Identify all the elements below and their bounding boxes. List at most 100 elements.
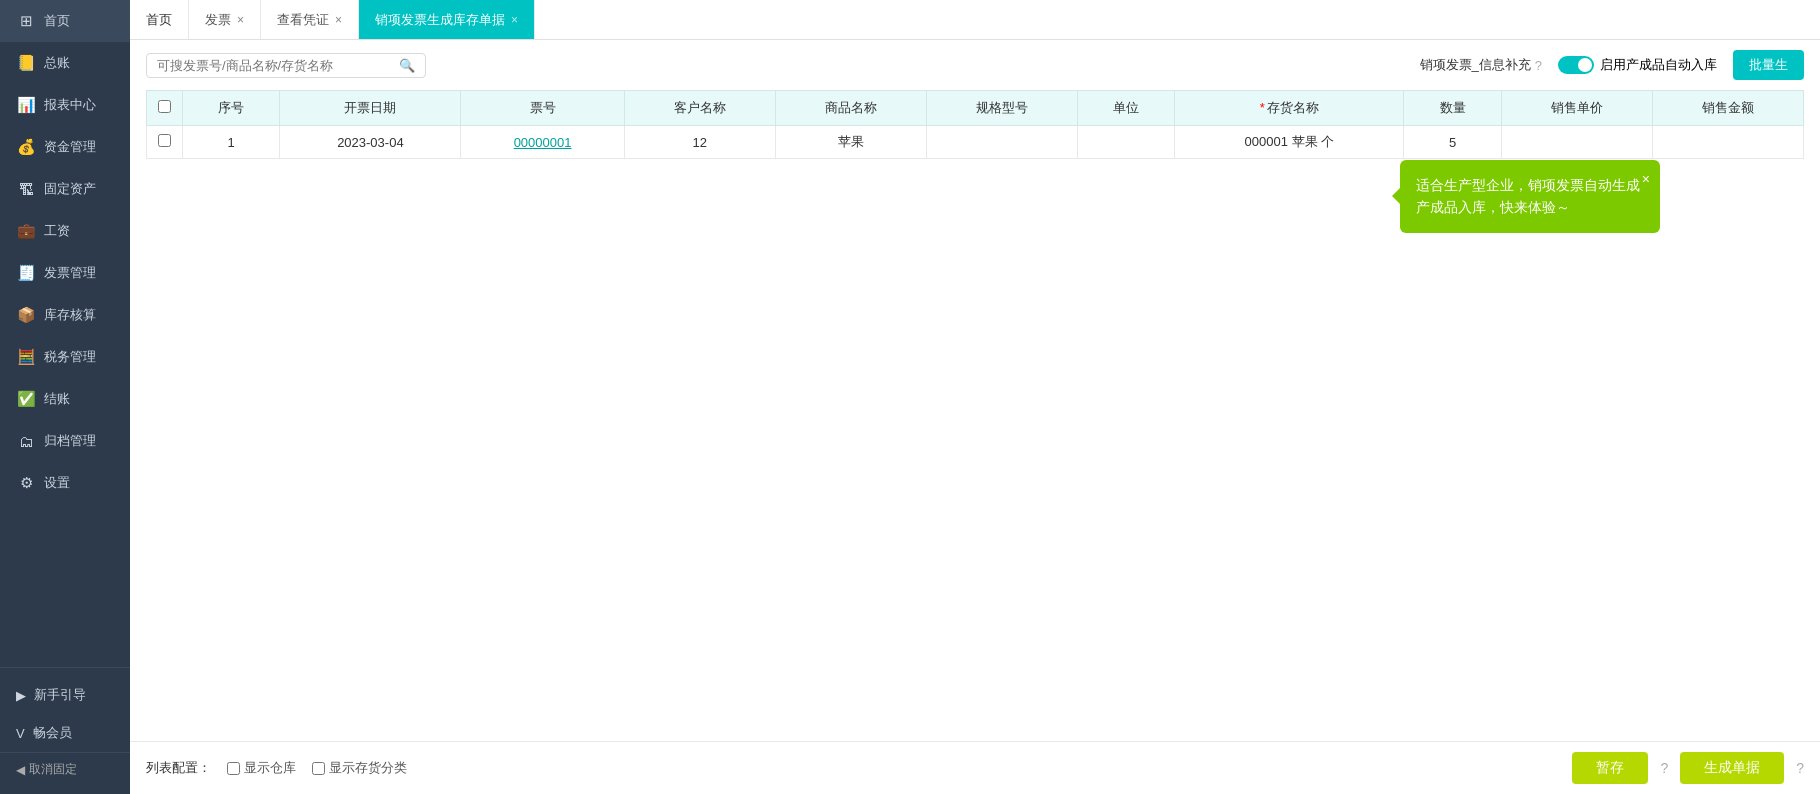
toggle-label: 启用产成品自动入库 — [1600, 56, 1717, 74]
tab-invoice[interactable]: 发票 × — [189, 0, 261, 39]
table-row: 1 2023-03-04 00000001 12 苹果 000001 苹果 个 … — [147, 126, 1804, 159]
search-icon[interactable]: 🔍 — [399, 58, 415, 73]
tab-invoice-label: 发票 — [205, 11, 231, 29]
archive-icon: 🗂 — [16, 433, 36, 450]
th-date: 开票日期 — [280, 91, 461, 126]
config-label: 列表配置： — [146, 759, 211, 777]
search-input[interactable] — [157, 58, 393, 73]
sidebar-item-invoice[interactable]: 🧾 发票管理 — [0, 252, 130, 294]
show-category-text: 显示存货分类 — [329, 759, 407, 777]
sidebar-bottom: ▶ 新手引导 V 畅会员 ◀ 取消固定 — [0, 667, 130, 794]
home-icon: ⊞ — [16, 12, 36, 30]
generate-help-icon[interactable]: ? — [1796, 760, 1804, 776]
td-seq: 1 — [183, 126, 280, 159]
td-spec — [926, 126, 1077, 159]
main-area: 首页 发票 × 查看凭证 × 销项发票生成库存单据 × 🔍 销项发票_信息补充 … — [130, 0, 1820, 794]
sidebar-item-tax[interactable]: 🧮 税务管理 — [0, 336, 130, 378]
inventory-icon: 📦 — [16, 306, 36, 324]
sidebar-item-archive[interactable]: 🗂 归档管理 — [0, 420, 130, 462]
sidebar-item-asset[interactable]: 🏗 固定资产 — [0, 168, 130, 210]
toolbar: 🔍 销项发票_信息补充 ? 启用产成品自动入库 批量生 — [130, 40, 1820, 90]
td-checkbox — [147, 126, 183, 159]
footer: 列表配置： 显示仓库 显示存货分类 暂存 ? 生成单据 ? — [130, 741, 1820, 794]
tooltip-text: 适合生产型企业，销项发票自动生成产成品入库，快来体验～ — [1416, 177, 1640, 215]
invoice-icon: 🧾 — [16, 264, 36, 282]
sidebar-item-vip[interactable]: V 畅会员 — [0, 714, 130, 752]
show-category-label[interactable]: 显示存货分类 — [312, 759, 407, 777]
td-unit — [1078, 126, 1175, 159]
tab-home[interactable]: 首页 — [130, 0, 189, 39]
save-help-icon[interactable]: ? — [1660, 760, 1668, 776]
invoice-num-link[interactable]: 00000001 — [514, 135, 572, 150]
auto-inbound-toggle[interactable] — [1558, 56, 1594, 74]
show-warehouse-label[interactable]: 显示仓库 — [227, 759, 296, 777]
info-help-icon[interactable]: ? — [1535, 58, 1542, 73]
sidebar-item-label: 固定资产 — [44, 180, 96, 198]
sidebar-item-label: 总账 — [44, 54, 70, 72]
show-category-checkbox[interactable] — [312, 762, 325, 775]
save-button[interactable]: 暂存 — [1572, 752, 1648, 784]
th-qty: 数量 — [1404, 91, 1501, 126]
sidebar-item-labor[interactable]: 💼 工资 — [0, 210, 130, 252]
sidebar-item-checkout[interactable]: ✅ 结账 — [0, 378, 130, 420]
tab-voucher[interactable]: 查看凭证 × — [261, 0, 359, 39]
info-label: 销项发票_信息补充 ? — [1420, 56, 1542, 74]
sidebar-item-ledger[interactable]: 📒 总账 — [0, 42, 130, 84]
data-table: 序号 开票日期 票号 客户名称 商品名称 规格型号 单位 *存货名称 数量 销售… — [146, 90, 1804, 159]
sidebar-item-label: 设置 — [44, 474, 70, 492]
tax-icon: 🧮 — [16, 348, 36, 366]
tooltip-box: × 适合生产型企业，销项发票自动生成产成品入库，快来体验～ — [1400, 160, 1660, 233]
td-inventory: 000001 苹果 个 — [1175, 126, 1404, 159]
unfix-icon: ◀ — [16, 763, 25, 777]
th-seq: 序号 — [183, 91, 280, 126]
td-amount — [1652, 126, 1803, 159]
th-customer: 客户名称 — [624, 91, 775, 126]
tab-home-label: 首页 — [146, 11, 172, 29]
sidebar-item-label: 税务管理 — [44, 348, 96, 366]
sidebar-item-label: 库存核算 — [44, 306, 96, 324]
th-amount: 销售金额 — [1652, 91, 1803, 126]
generate-button[interactable]: 生成单据 — [1680, 752, 1784, 784]
unfix-button[interactable]: ◀ 取消固定 — [0, 752, 130, 786]
fund-icon: 💰 — [16, 138, 36, 156]
sidebar-item-newguide[interactable]: ▶ 新手引导 — [0, 676, 130, 714]
sidebar-item-report[interactable]: 📊 报表中心 — [0, 84, 130, 126]
sidebar-item-home[interactable]: ⊞ 首页 — [0, 0, 130, 42]
sidebar-item-fund[interactable]: 💰 资金管理 — [0, 126, 130, 168]
footer-right: 暂存 ? 生成单据 ? — [1572, 752, 1804, 784]
sidebar-item-label: 新手引导 — [34, 686, 86, 704]
row-checkbox[interactable] — [158, 134, 171, 147]
sidebar-item-label: 资金管理 — [44, 138, 96, 156]
sidebar-item-settings[interactable]: ⚙ 设置 — [0, 462, 130, 504]
newguide-icon: ▶ — [16, 688, 26, 703]
sidebar-item-label: 发票管理 — [44, 264, 96, 282]
tab-invoice-close[interactable]: × — [237, 13, 244, 27]
content-area: 🔍 销项发票_信息补充 ? 启用产成品自动入库 批量生 — [130, 40, 1820, 794]
asset-icon: 🏗 — [16, 181, 36, 198]
show-warehouse-checkbox[interactable] — [227, 762, 240, 775]
search-box[interactable]: 🔍 — [146, 53, 426, 78]
batch-button[interactable]: 批量生 — [1733, 50, 1804, 80]
toggle-switch: 启用产成品自动入库 — [1558, 56, 1717, 74]
ledger-icon: 📒 — [16, 54, 36, 72]
select-all-checkbox[interactable] — [158, 100, 171, 113]
tab-voucher-label: 查看凭证 — [277, 11, 329, 29]
tab-voucher-close[interactable]: × — [335, 13, 342, 27]
show-warehouse-text: 显示仓库 — [244, 759, 296, 777]
footer-left: 列表配置： 显示仓库 显示存货分类 — [146, 759, 407, 777]
th-inventory: *存货名称 — [1175, 91, 1404, 126]
tab-cancellation-label: 销项发票生成库存单据 — [375, 11, 505, 29]
table-header-row: 序号 开票日期 票号 客户名称 商品名称 规格型号 单位 *存货名称 数量 销售… — [147, 91, 1804, 126]
tooltip-close-icon[interactable]: × — [1642, 168, 1650, 190]
sidebar-item-label: 首页 — [44, 12, 70, 30]
sidebar-item-inventory[interactable]: 📦 库存核算 — [0, 294, 130, 336]
td-product: 苹果 — [775, 126, 926, 159]
unfix-label: 取消固定 — [29, 761, 77, 778]
sidebar: ⊞ 首页 📒 总账 📊 报表中心 💰 资金管理 🏗 固定资产 💼 工资 🧾 发票… — [0, 0, 130, 794]
th-num: 票号 — [461, 91, 624, 126]
tab-bar: 首页 发票 × 查看凭证 × 销项发票生成库存单据 × — [130, 0, 1820, 40]
tab-cancellation-close[interactable]: × — [511, 13, 518, 27]
tab-cancellation[interactable]: 销项发票生成库存单据 × — [359, 0, 535, 39]
td-date: 2023-03-04 — [280, 126, 461, 159]
th-unit-price: 销售单价 — [1501, 91, 1652, 126]
